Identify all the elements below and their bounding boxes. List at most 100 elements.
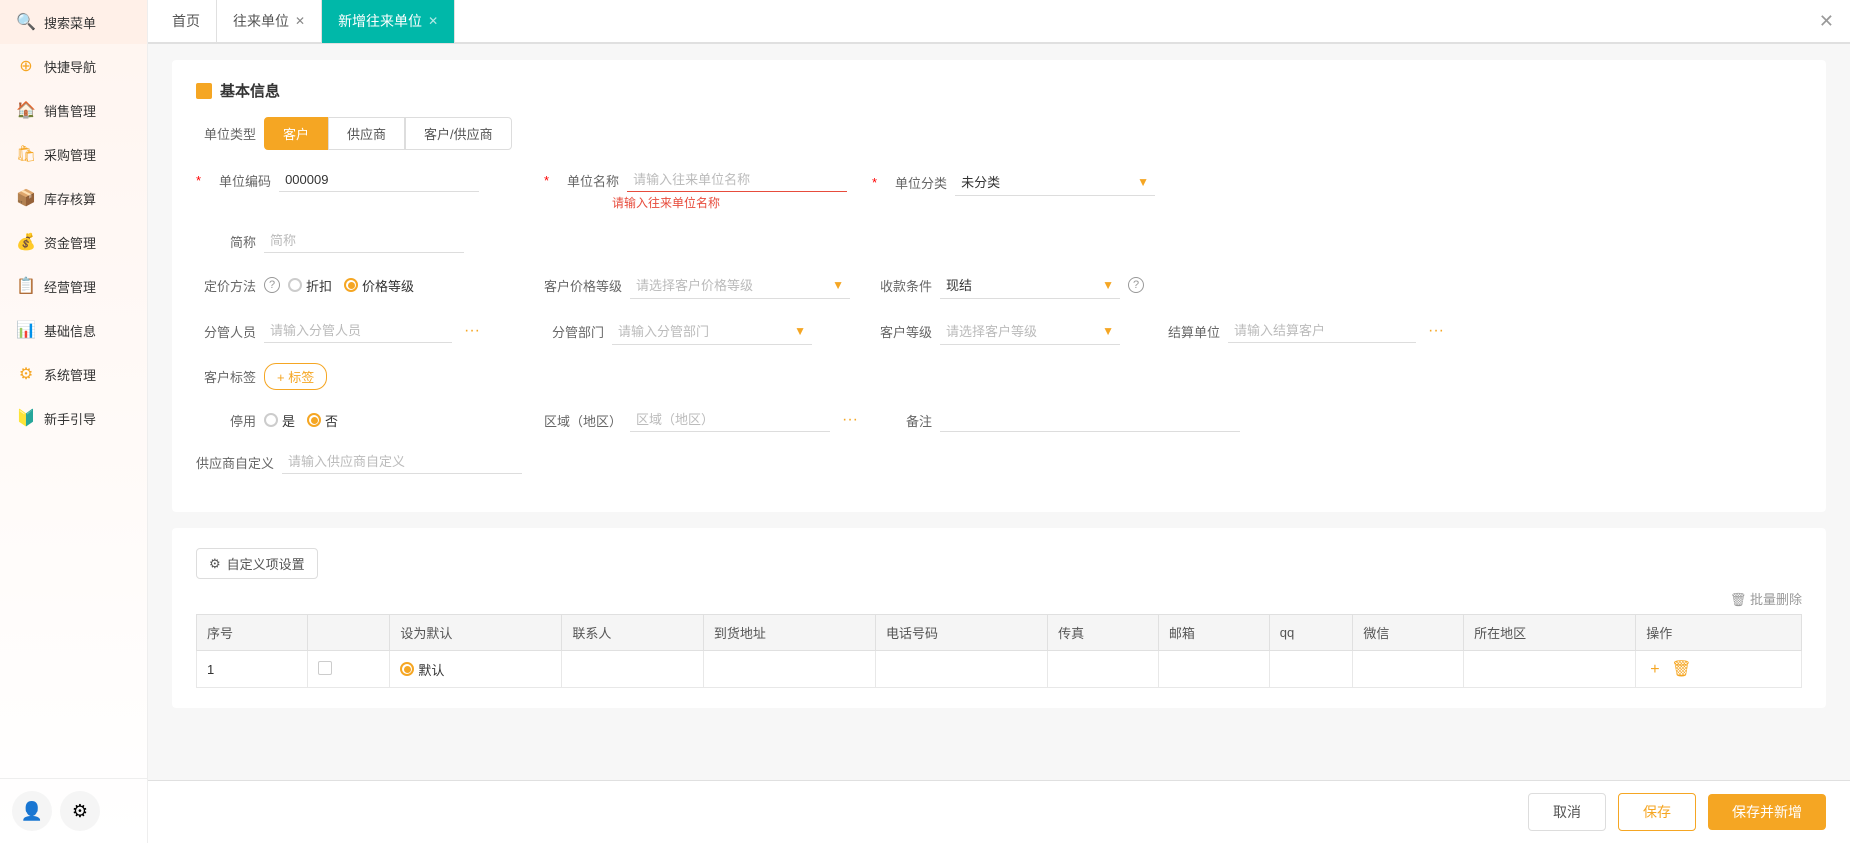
tab-partners[interactable]: 往来单位 ✕ [217,0,322,43]
disable-label: 停用 [196,411,256,430]
settlement-input[interactable] [1228,319,1416,343]
batch-delete-btn[interactable]: 🗑 批量删除 [196,589,1802,608]
sidebar-item-finance[interactable]: 💰 资金管理 [0,220,147,264]
custom-settings-btn[interactable]: ⚙ 自定义项设置 [196,548,318,579]
basics-icon: 📊 [16,320,36,340]
type-btn-both[interactable]: 客户/供应商 [405,117,512,150]
home-icon: ⊕ [16,56,36,76]
tab-home[interactable]: 首页 [156,0,217,43]
col-contact: 联系人 [562,615,703,651]
unit-code-input[interactable] [279,168,479,192]
tab-new-partner[interactable]: 新增往来单位 ✕ [322,0,455,43]
pricing-group: 定价方法 ? 折扣 价格等级 [196,276,536,295]
supplier-custom-group: 供应商自定义 [196,450,522,474]
sidebar-item-operations[interactable]: 📋 经营管理 [0,264,147,308]
add-row-btn[interactable]: + [1646,661,1663,679]
cell-checkbox[interactable] [307,651,390,688]
sidebar-item-sales[interactable]: 🏠 销售管理 [0,88,147,132]
manager-input[interactable] [264,319,452,343]
close-new-partner-tab[interactable]: ✕ [428,14,438,28]
close-partners-tab[interactable]: ✕ [295,14,305,28]
col-qq: qq [1269,615,1353,651]
remark-group: 备注 [872,408,1240,432]
unit-name-error: 请输入往来单位名称 [612,194,864,211]
department-select[interactable]: 请输入分管部门 ▼ [612,317,812,345]
main-area: 首页 往来单位 ✕ 新增往来单位 ✕ ✕ 基本信息 单位类型 [148,0,1850,843]
cell-default[interactable]: 默认 [390,651,562,688]
sidebar-item-search[interactable]: 🔍 搜索菜单 [0,0,147,44]
unit-type-label: 单位类型 [196,124,256,143]
footer-bar: 取消 保存 保存并新增 [148,780,1850,843]
col-default: 设为默认 [390,615,562,651]
search-icon: 🔍 [16,12,36,32]
system-icon: ⚙ [16,364,36,384]
manager-more-btn[interactable]: ··· [460,322,484,340]
pricing-label: 定价方法 [196,276,256,295]
pricing-help-icon[interactable]: ? [264,277,280,293]
table-block: ⚙ 自定义项设置 🗑 批量删除 序号 设为默认 联系人 到货地址 电话号码 传真 [172,528,1826,708]
type-btn-supplier[interactable]: 供应商 [328,117,405,150]
customer-price-select[interactable]: 请选择客户价格等级 ▼ [630,271,850,299]
cell-index: 1 [197,651,308,688]
col-checkbox [307,615,390,651]
type-btn-customer[interactable]: 客户 [264,117,328,150]
col-email: 邮箱 [1158,615,1269,651]
sidebar-item-system[interactable]: ⚙ 系统管理 [0,352,147,396]
disable-radio-yes[interactable]: 是 [264,411,295,430]
guide-icon: 🔰 [16,408,36,428]
settlement-group: 结算单位 ··· [1160,319,1448,343]
short-name-input[interactable] [264,229,464,253]
disable-row: 停用 是 否 区域（地区） [196,408,1802,432]
short-name-row: 简称 [196,229,1802,253]
supplier-custom-input[interactable] [282,450,522,474]
cell-email [1158,651,1269,688]
sidebar-user-btn[interactable]: 👤 [12,791,52,831]
department-label: 分管部门 [544,322,604,341]
delete-row-btn[interactable]: 🗑 [1667,659,1695,679]
cell-contact [562,651,703,688]
cancel-button[interactable]: 取消 [1528,793,1606,831]
basic-info-block: 基本信息 单位类型 客户 供应商 客户/供应商 * 单位编码 [172,60,1826,512]
pricing-radio-group: 折扣 价格等级 [288,276,414,295]
sales-icon: 🏠 [16,100,36,120]
unit-category-select[interactable]: 未分类 ▼ [955,168,1155,196]
customer-level-select[interactable]: 请选择客户等级 ▼ [940,317,1120,345]
save-button[interactable]: 保存 [1618,793,1696,831]
sidebar-settings-btn[interactable]: ⚙ [60,791,100,831]
add-tag-btn[interactable]: + 标签 [264,363,327,390]
unit-type-btn-group: 客户 供应商 客户/供应商 [264,117,512,150]
region-input[interactable] [630,408,830,432]
close-all-tabs-btn[interactable]: ✕ [1811,11,1842,32]
settlement-more-btn[interactable]: ··· [1424,322,1448,340]
unit-name-input[interactable] [627,168,847,192]
tags-group: 客户标签 + 标签 [196,363,327,390]
col-wechat: 微信 [1353,615,1464,651]
settlement-label: 结算单位 [1160,322,1220,341]
chevron-down-icon: ▼ [1137,175,1149,189]
short-name-group: 简称 [196,229,464,253]
sidebar-item-inventory[interactable]: 📦 库存核算 [0,176,147,220]
gear-icon: ⚙ [209,556,221,572]
sidebar-item-quicknav[interactable]: ⊕ 快捷导航 [0,44,147,88]
sidebar-bottom: 👤 ⚙ [0,778,147,843]
payment-group: 收款条件 现结 ▼ ? [872,271,1152,299]
chevron-down-icon: ▼ [1102,324,1114,338]
tags-row: 客户标签 + 标签 [196,363,1802,390]
payment-help-icon[interactable]: ? [1128,277,1144,293]
sidebar-item-purchase[interactable]: 🛍 采购管理 [0,132,147,176]
remark-input[interactable] [940,408,1240,432]
sidebar-item-basics[interactable]: 📊 基础信息 [0,308,147,352]
disable-radio-no[interactable]: 否 [307,411,338,430]
sidebar: 🔍 搜索菜单 ⊕ 快捷导航 🏠 销售管理 🛍 采购管理 📦 库存核算 💰 资金管… [0,0,148,843]
save-new-button[interactable]: 保存并新增 [1708,794,1826,830]
pricing-radio-discount[interactable]: 折扣 [288,276,332,295]
cell-qq [1269,651,1353,688]
default-radio[interactable] [400,662,414,676]
sidebar-item-guide[interactable]: 🔰 新手引导 [0,396,147,440]
section-icon [196,83,212,99]
region-more-btn[interactable]: ··· [838,411,862,429]
radio-yes-circle [264,413,278,427]
payment-select[interactable]: 现结 ▼ [940,271,1120,299]
pricing-radio-level[interactable]: 价格等级 [344,276,414,295]
pricing-row: 定价方法 ? 折扣 价格等级 客户价格等级 [196,271,1802,299]
